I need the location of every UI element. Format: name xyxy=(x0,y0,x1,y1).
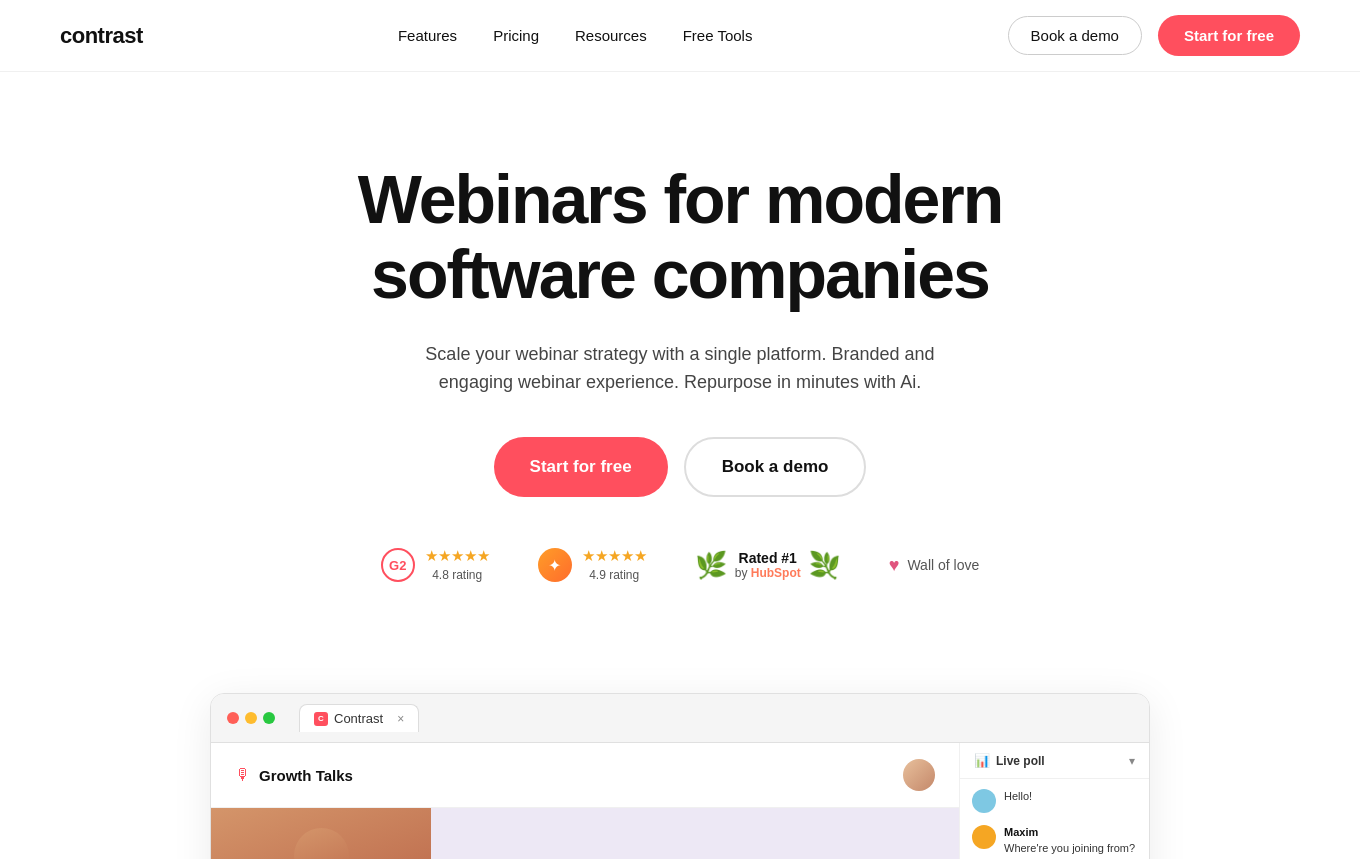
nav-features[interactable]: Features xyxy=(398,27,457,44)
g2-score-label: 4.8 rating xyxy=(432,568,482,582)
logo-text: contrast xyxy=(60,23,143,48)
live-poll-header: 📊 Live poll ▾ xyxy=(960,743,1149,779)
growth-talks-icon: 🎙 xyxy=(235,766,251,784)
hubspot-rating: 🌿 Rated #1 by HubSpot 🌿 xyxy=(695,550,841,580)
nav-links: Features Pricing Resources Free Tools xyxy=(398,27,753,44)
nav-pricing[interactable]: Pricing xyxy=(493,27,539,44)
poll-results-area: POLL RESULTS Which marketing channel has… xyxy=(431,808,959,859)
webinar-main: 🎙 Growth Talks xyxy=(211,743,959,859)
logo[interactable]: contrast xyxy=(60,23,143,49)
close-dot[interactable] xyxy=(227,712,239,724)
capterra-score-label: 4.9 rating xyxy=(589,568,639,582)
heart-icon: ♥ xyxy=(889,555,900,576)
chat-bubble: Hello! xyxy=(1004,789,1032,804)
chat-messages: Hello! Maxim Where're you joining from? … xyxy=(960,779,1149,859)
laurel-left-icon: 🌿 xyxy=(695,552,727,578)
nav-resources[interactable]: Resources xyxy=(575,27,647,44)
hero-start-free-button[interactable]: Start for free xyxy=(494,437,668,497)
avatar xyxy=(972,789,996,813)
speaker-avatar xyxy=(903,759,935,791)
tab-favicon: C xyxy=(314,712,328,726)
list-item: Maxim Where're you joining from? We're i… xyxy=(972,825,1137,859)
capterra-rating: ✦ ★★★★★ 4.9 rating xyxy=(538,547,647,583)
hero-buttons: Start for free Book a demo xyxy=(40,437,1320,497)
hero-section: Webinars for modern software companies S… xyxy=(0,72,1360,693)
tab-close-button[interactable]: × xyxy=(397,712,404,726)
list-item: Hello! xyxy=(972,789,1137,813)
nav-book-demo-button[interactable]: Book a demo xyxy=(1008,16,1142,55)
browser-window: C Contrast × 🎙 Growth Talks xyxy=(210,693,1150,859)
ratings-section: G2 ★★★★★ 4.8 rating ✦ ★★★★★ 4.9 rating 🌿… xyxy=(40,547,1320,583)
wall-of-love: ♥ Wall of love xyxy=(889,555,980,576)
hero-headline-line1: Webinars for modern xyxy=(358,161,1003,237)
g2-rating: G2 ★★★★★ 4.8 rating xyxy=(381,547,490,583)
chat-panel: 📊 Live poll ▾ Hello! M xyxy=(959,743,1149,859)
chat-bubble: Maxim Where're you joining from? We're i… xyxy=(1004,825,1137,859)
bar-chart-icon: 📊 xyxy=(974,753,990,768)
browser-tab[interactable]: C Contrast × xyxy=(299,704,419,732)
chat-text: Hello! xyxy=(1004,790,1032,802)
minimize-dot[interactable] xyxy=(245,712,257,724)
browser-content: 🎙 Growth Talks xyxy=(211,743,1149,859)
browser-mockup: C Contrast × 🎙 Growth Talks xyxy=(190,693,1170,859)
hero-subtext: Scale your webinar strategy with a singl… xyxy=(400,340,960,398)
speaker-video xyxy=(211,808,431,859)
hero-book-demo-button[interactable]: Book a demo xyxy=(684,437,867,497)
nav-right: Book a demo Start for free xyxy=(1008,15,1300,56)
g2-icon: G2 xyxy=(381,548,415,582)
laurel-right-icon: 🌿 xyxy=(809,552,841,578)
hero-headline-line2: software companies xyxy=(371,236,989,312)
rated-by: by HubSpot xyxy=(735,566,801,580)
webinar-title: Growth Talks xyxy=(259,767,353,784)
wall-of-love-label: Wall of love xyxy=(907,557,979,573)
capterra-stars: ★★★★★ xyxy=(582,547,647,565)
hubspot-logo-text: HubSpot xyxy=(751,566,801,580)
rated-num: Rated #1 xyxy=(735,550,801,566)
video-area: POLL RESULTS Which marketing channel has… xyxy=(211,808,959,859)
avatar xyxy=(972,825,996,849)
chat-text: Where're you joining from? We're in Pari… xyxy=(1004,842,1135,859)
tab-label: Contrast xyxy=(334,711,383,726)
maximize-dot[interactable] xyxy=(263,712,275,724)
live-poll-label: 📊 Live poll xyxy=(974,753,1045,768)
nav-free-tools[interactable]: Free Tools xyxy=(683,27,753,44)
capterra-icon: ✦ xyxy=(538,548,572,582)
g2-stars: ★★★★★ xyxy=(425,547,490,565)
chat-sender: Maxim xyxy=(1004,825,1137,840)
nav-start-free-button[interactable]: Start for free xyxy=(1158,15,1300,56)
webinar-header: 🎙 Growth Talks xyxy=(211,743,959,808)
chevron-down-icon[interactable]: ▾ xyxy=(1129,754,1135,768)
navbar: contrast Features Pricing Resources Free… xyxy=(0,0,1360,72)
browser-traffic-lights xyxy=(227,712,275,724)
browser-bar: C Contrast × xyxy=(211,694,1149,743)
hero-headline: Webinars for modern software companies xyxy=(280,162,1080,312)
